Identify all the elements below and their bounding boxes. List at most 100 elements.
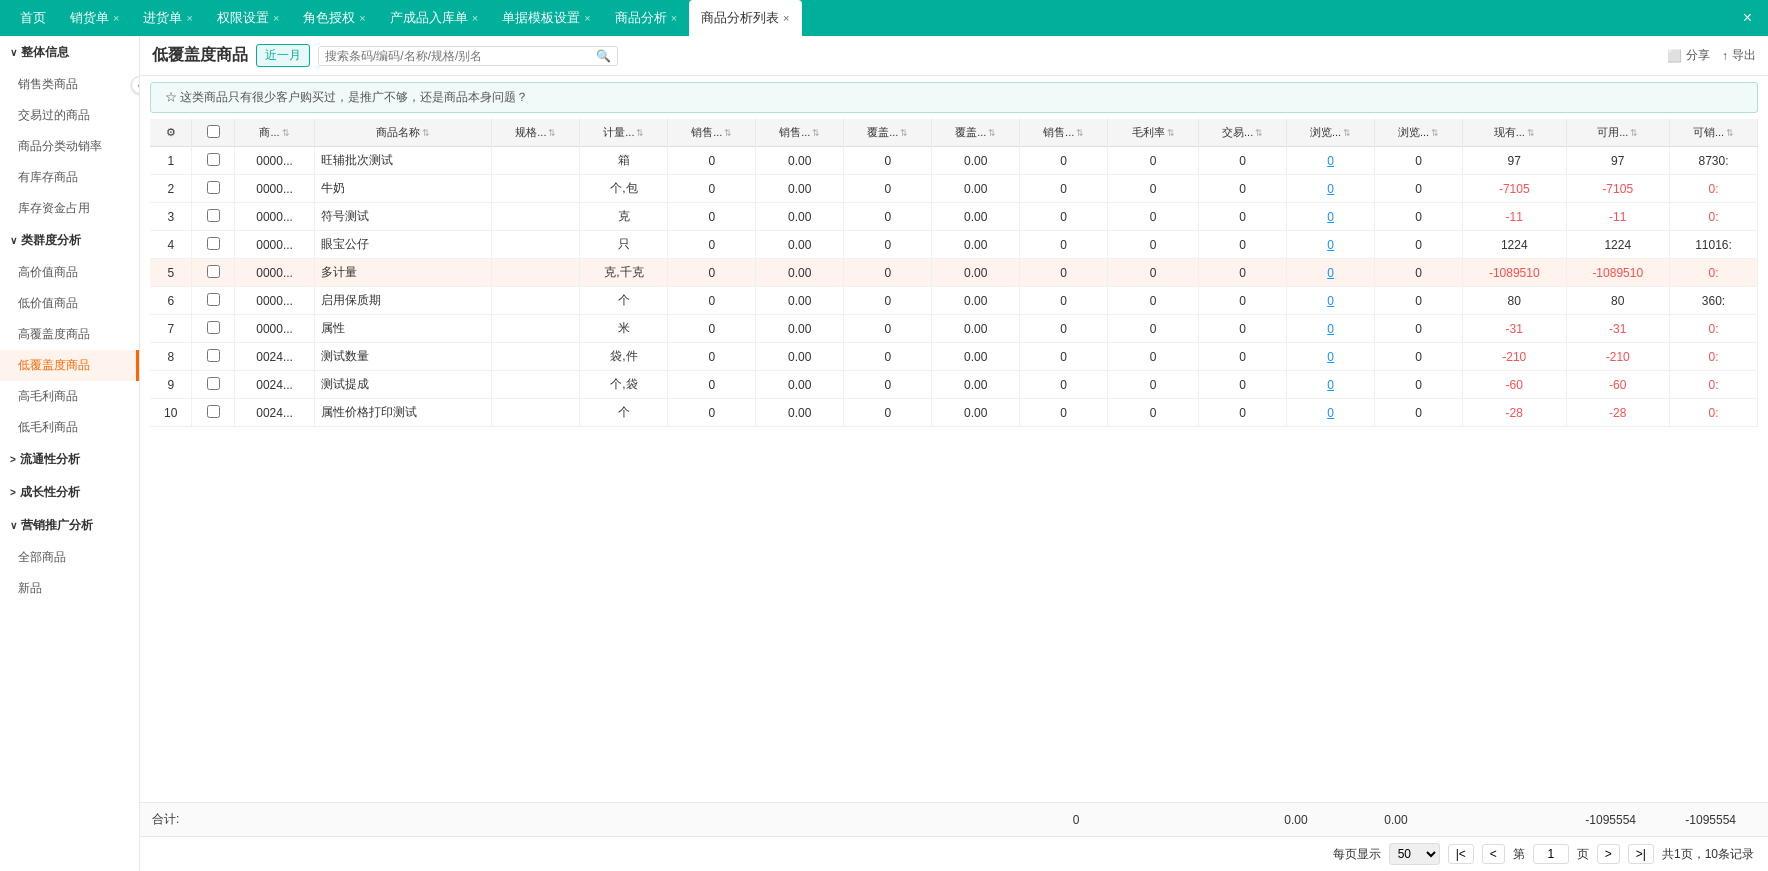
search-icon[interactable]: 🔍	[596, 49, 611, 63]
row-checkbox[interactable]	[207, 181, 220, 194]
col-code-header[interactable]: 商...⇅	[234, 119, 315, 147]
cell-checkbox[interactable]	[192, 175, 234, 203]
nav-sales-order-close[interactable]: ×	[113, 12, 119, 24]
row-checkbox[interactable]	[207, 153, 220, 166]
cell-browsecount[interactable]: 0	[1287, 259, 1375, 287]
sidebar-item-sales-goods[interactable]: 销售类商品	[0, 69, 139, 100]
cell-browsecount[interactable]: 0	[1287, 231, 1375, 259]
nav-close-all-button[interactable]: ×	[1735, 9, 1760, 27]
nav-home[interactable]: 首页	[8, 0, 58, 36]
cell-browsecount[interactable]: 0	[1287, 371, 1375, 399]
browse-link[interactable]: 0	[1327, 322, 1334, 336]
cell-checkbox[interactable]	[192, 147, 234, 175]
browse-link[interactable]: 0	[1327, 182, 1334, 196]
col-stockqty-header[interactable]: 现有...⇅	[1463, 119, 1566, 147]
browse-link[interactable]: 0	[1327, 210, 1334, 224]
last-page-button[interactable]: >|	[1628, 844, 1654, 864]
row-checkbox[interactable]	[207, 265, 220, 278]
nav-role-auth[interactable]: 角色授权 ×	[291, 0, 377, 36]
col-salescount2-header[interactable]: 销售...⇅	[1020, 119, 1108, 147]
col-transcount-header[interactable]: 交易...⇅	[1199, 119, 1287, 147]
nav-sales-order[interactable]: 销货单 ×	[58, 0, 131, 36]
col-covercount-header[interactable]: 覆盖...⇅	[844, 119, 932, 147]
nav-permission-settings-close[interactable]: ×	[273, 12, 279, 24]
nav-template-settings-close[interactable]: ×	[584, 12, 590, 24]
col-spec-header[interactable]: 规格...⇅	[492, 119, 580, 147]
nav-template-settings[interactable]: 单据模板设置 ×	[490, 0, 602, 36]
browse-link[interactable]: 0	[1327, 378, 1334, 392]
cell-checkbox[interactable]	[192, 371, 234, 399]
nav-product-analysis-list-close[interactable]: ×	[783, 12, 789, 24]
cell-browsecount[interactable]: 0	[1287, 315, 1375, 343]
col-browsecount2-header[interactable]: 浏览...⇅	[1375, 119, 1463, 147]
cell-checkbox[interactable]	[192, 203, 234, 231]
cell-browsecount[interactable]: 0	[1287, 287, 1375, 315]
browse-link[interactable]: 0	[1327, 294, 1334, 308]
filter-recent-month-button[interactable]: 近一月	[256, 44, 310, 67]
row-checkbox[interactable]	[207, 349, 220, 362]
nav-finished-goods[interactable]: 产成品入库单 ×	[378, 0, 490, 36]
row-checkbox[interactable]	[207, 405, 220, 418]
cell-browsecount[interactable]: 0	[1287, 399, 1375, 427]
col-saleableqty-header[interactable]: 可销...⇅	[1669, 119, 1757, 147]
col-checkbox-header[interactable]	[192, 119, 234, 147]
nav-product-analysis-close[interactable]: ×	[671, 12, 677, 24]
sidebar-item-new-goods[interactable]: 新品	[0, 573, 139, 604]
search-input[interactable]	[325, 49, 596, 63]
sidebar-item-all-goods[interactable]: 全部商品	[0, 542, 139, 573]
sidebar-item-high-value[interactable]: 高价值商品	[0, 257, 139, 288]
prev-page-button[interactable]: <	[1482, 844, 1505, 864]
col-grossrate-header[interactable]: 毛利率⇅	[1108, 119, 1199, 147]
nav-product-analysis[interactable]: 商品分析 ×	[603, 0, 689, 36]
settings-icon[interactable]: ⚙	[166, 126, 176, 138]
sidebar-item-low-margin[interactable]: 低毛利商品	[0, 412, 139, 443]
cell-checkbox[interactable]	[192, 399, 234, 427]
cell-checkbox[interactable]	[192, 343, 234, 371]
cell-browsecount[interactable]: 0	[1287, 343, 1375, 371]
col-unit-header[interactable]: 计量...⇅	[580, 119, 668, 147]
row-checkbox[interactable]	[207, 237, 220, 250]
browse-link[interactable]: 0	[1327, 406, 1334, 420]
cell-browsecount[interactable]: 0	[1287, 203, 1375, 231]
sidebar-item-low-coverage[interactable]: 低覆盖度商品	[0, 350, 139, 381]
row-checkbox[interactable]	[207, 209, 220, 222]
col-availqty-header[interactable]: 可用...⇅	[1566, 119, 1669, 147]
sidebar-item-stock-capital[interactable]: 库存资金占用	[0, 193, 139, 224]
page-size-select[interactable]: 50 20 100 200	[1389, 843, 1440, 865]
current-page-input[interactable]	[1533, 844, 1569, 864]
sidebar-item-low-value[interactable]: 低价值商品	[0, 288, 139, 319]
col-coverrate-header[interactable]: 覆盖...⇅	[932, 119, 1020, 147]
nav-purchase-order-close[interactable]: ×	[186, 12, 192, 24]
browse-link[interactable]: 0	[1327, 266, 1334, 280]
sidebar-item-category-rate[interactable]: 商品分类动销率	[0, 131, 139, 162]
row-checkbox[interactable]	[207, 321, 220, 334]
row-checkbox[interactable]	[207, 293, 220, 306]
col-salesqty-header[interactable]: 销售...⇅	[668, 119, 756, 147]
browse-link[interactable]: 0	[1327, 350, 1334, 364]
select-all-checkbox[interactable]	[207, 125, 220, 138]
cell-checkbox[interactable]	[192, 231, 234, 259]
sidebar-item-traded-goods[interactable]: 交易过的商品	[0, 100, 139, 131]
next-page-button[interactable]: >	[1597, 844, 1620, 864]
col-salesamt-header[interactable]: 销售...⇅	[756, 119, 844, 147]
browse-link[interactable]: 0	[1327, 238, 1334, 252]
sidebar-section-marketing[interactable]: ∨ 营销推广分析	[0, 509, 139, 542]
first-page-button[interactable]: |<	[1448, 844, 1474, 864]
sidebar-section-circulation[interactable]: > 流通性分析	[0, 443, 139, 476]
sidebar-item-in-stock[interactable]: 有库存商品	[0, 162, 139, 193]
cell-checkbox[interactable]	[192, 287, 234, 315]
col-settings[interactable]: ⚙	[150, 119, 192, 147]
nav-finished-goods-close[interactable]: ×	[472, 12, 478, 24]
sidebar-section-growth[interactable]: > 成长性分析	[0, 476, 139, 509]
share-button[interactable]: ⬜ 分享	[1667, 47, 1710, 64]
nav-permission-settings[interactable]: 权限设置 ×	[205, 0, 291, 36]
row-checkbox[interactable]	[207, 377, 220, 390]
table-container[interactable]: ⚙ 商...⇅ 商品名称⇅ 规格...⇅ 计量...⇅ 销售...⇅ 销售...…	[140, 119, 1768, 802]
browse-link[interactable]: 0	[1327, 154, 1334, 168]
nav-product-analysis-list[interactable]: 商品分析列表 ×	[689, 0, 801, 36]
col-browsecount-header[interactable]: 浏览...⇅	[1287, 119, 1375, 147]
sidebar-item-high-coverage[interactable]: 高覆盖度商品	[0, 319, 139, 350]
sidebar-section-overall[interactable]: ∨ 整体信息	[0, 36, 139, 69]
export-button[interactable]: ↑ 导出	[1722, 47, 1756, 64]
sidebar-section-cluster[interactable]: ∨ 类群度分析	[0, 224, 139, 257]
